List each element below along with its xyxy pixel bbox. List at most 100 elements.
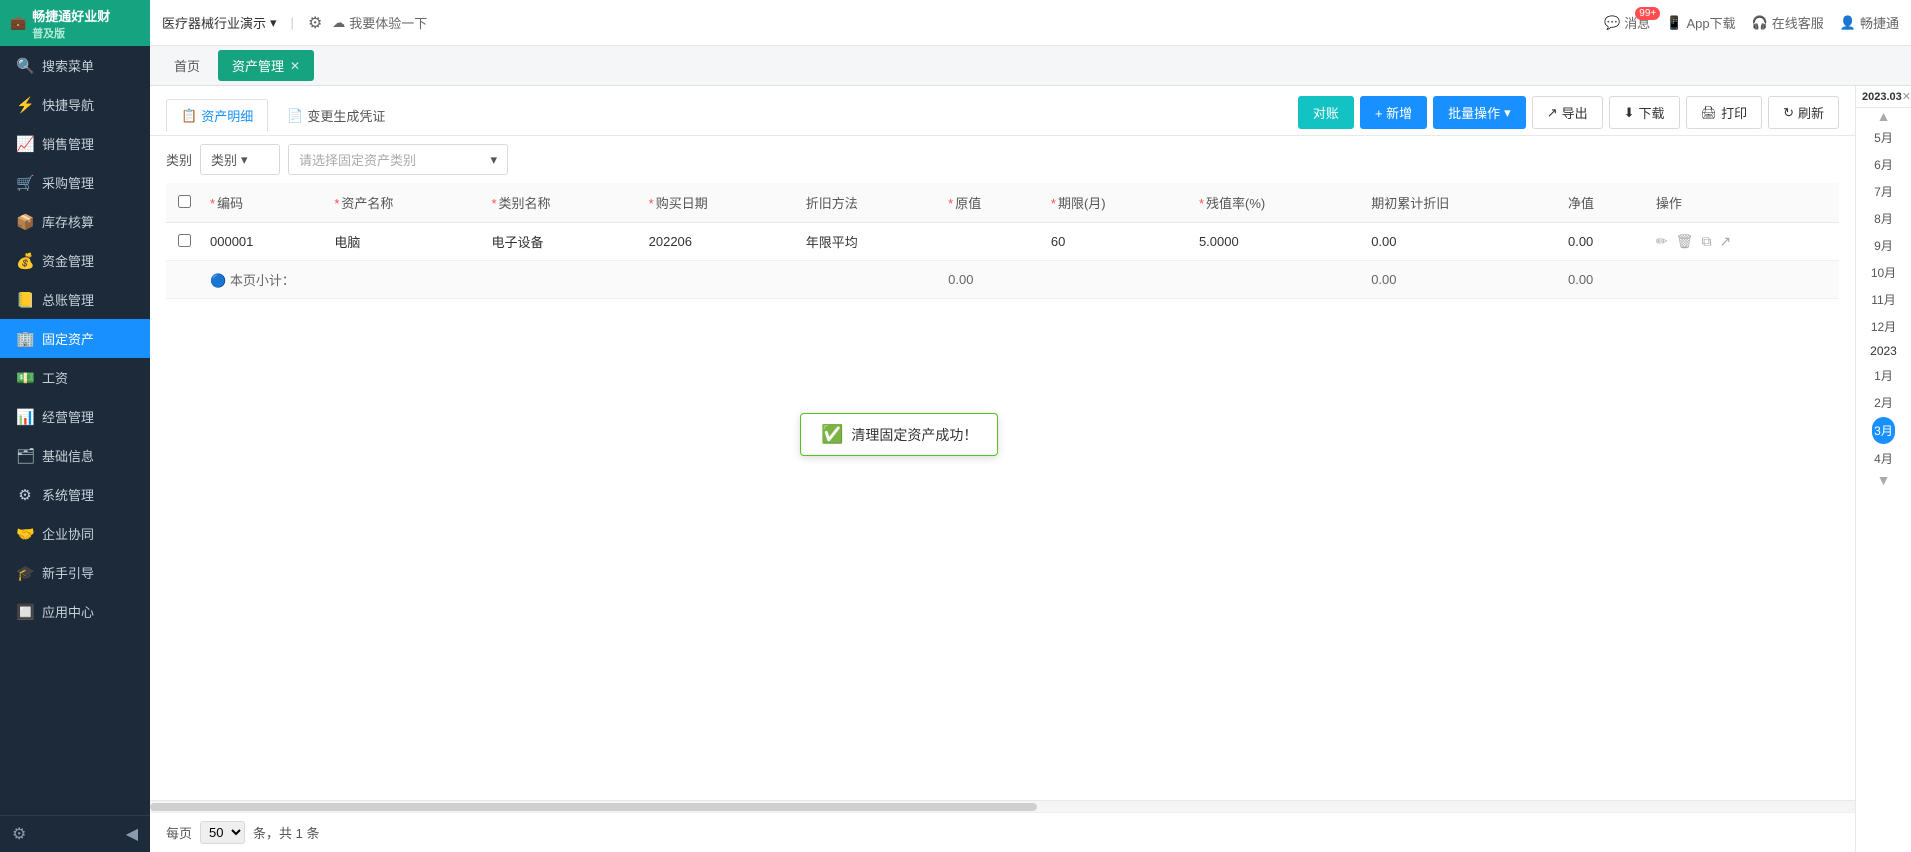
company-selector[interactable]: 医疗器械行业演示 ▾ — [162, 13, 277, 32]
header-residual-rate: *残值率(%) — [1191, 183, 1363, 223]
sidebar-item-经营管理[interactable]: 📊经营管理 — [0, 397, 150, 436]
month-item[interactable]: 6月 — [1866, 151, 1901, 178]
batch-ops-label: 批量操作 — [1448, 103, 1500, 122]
sidebar-bottom: ⚙ ◀ — [0, 815, 150, 852]
row-code: 000001 — [202, 223, 326, 261]
reconcile-btn[interactable]: 对账 — [1298, 96, 1354, 129]
header-depreciation: 折旧方法 — [798, 183, 940, 223]
subtotal-label: 🔵 本页小计： — [202, 261, 940, 299]
message-btn[interactable]: 💬 消息 99+ — [1604, 13, 1650, 32]
sidebar-item-资金管理[interactable]: 💰资金管理 — [0, 241, 150, 280]
year-label[interactable]: 2023 — [1866, 340, 1901, 362]
category-label: 类别 — [166, 150, 192, 169]
category-select-value[interactable]: 请选择固定资产类别 ▾ — [288, 144, 508, 175]
month-item[interactable]: 3月 — [1872, 417, 1895, 444]
category-select-type[interactable]: 类别 ▾ — [200, 144, 280, 175]
subtotal-period-empty — [1043, 261, 1191, 299]
sidebar-item-系统管理[interactable]: ⚙系统管理 — [0, 475, 150, 514]
edit-icon[interactable]: ✏ — [1656, 233, 1668, 250]
tab-home-label: 首页 — [174, 56, 200, 75]
category-type-dropdown-icon: ▾ — [241, 152, 248, 168]
cloud-icon: ☁ — [332, 15, 345, 31]
topbar-right: 💬 消息 99+ 📱 App下载 🎧 在线客服 👤 畅捷通 — [1604, 13, 1899, 32]
header-period: *期限(月) — [1043, 183, 1191, 223]
sidebar-item-企业协同[interactable]: 🤝企业协同 — [0, 514, 150, 553]
sidebar-item-工资[interactable]: 💵工资 — [0, 358, 150, 397]
panel-nav-down[interactable]: ▼ — [1877, 472, 1891, 488]
month-item[interactable]: 9月 — [1866, 232, 1901, 259]
month-item[interactable]: 11月 — [1866, 286, 1901, 313]
header-original-value: *原值 — [940, 183, 1043, 223]
row-depreciation: 年限平均 — [798, 223, 940, 261]
experience-label: 我要体验一下 — [349, 13, 427, 32]
month-item[interactable]: 7月 — [1866, 178, 1901, 205]
content-area: 📋 资产明细 📄 变更生成凭证 对账 + 新增 批量操作 ▾ ↗ — [150, 86, 1911, 852]
refresh-icon: ↻ — [1783, 105, 1794, 121]
row-checkbox-cell — [166, 223, 202, 261]
month-item[interactable]: 12月 — [1866, 313, 1901, 340]
month-item[interactable]: 4月 — [1866, 445, 1901, 472]
scrollbar-thumb[interactable] — [150, 803, 1037, 811]
settings-icon[interactable]: ⚙ — [12, 824, 26, 844]
horizontal-scrollbar[interactable] — [150, 800, 1855, 812]
right-panel-header: 2023.03 ✕ ⤢ — [1856, 86, 1911, 108]
subtab-generate-voucher-label: 变更生成凭证 — [307, 106, 385, 125]
logo-icon: 💼 — [10, 15, 26, 31]
tabbar: 首页 资产管理 ✕ — [150, 46, 1911, 86]
per-page-select[interactable]: 50 — [200, 821, 245, 844]
sidebar-item-库存核算[interactable]: 📦库存核算 — [0, 202, 150, 241]
panel-nav-up[interactable]: ▲ — [1877, 108, 1891, 124]
month-item[interactable]: 5月 — [1866, 124, 1901, 151]
more-icon[interactable]: ↗ — [1719, 233, 1731, 250]
delete-icon[interactable]: 🗑 — [1676, 233, 1694, 250]
download-btn[interactable]: ⬇ 下载 — [1609, 96, 1680, 129]
right-panel-year: 2023.03 — [1862, 91, 1902, 103]
sidebar-item-应用中心[interactable]: 🔲应用中心 — [0, 592, 150, 631]
collapse-icon[interactable]: ◀ — [126, 824, 138, 844]
pagination: 每页 50 条，共 1 条 — [150, 812, 1855, 852]
month-item[interactable]: 8月 — [1866, 205, 1901, 232]
subtab-asset-detail-icon: 📋 — [181, 108, 197, 124]
user-btn[interactable]: 👤 畅捷通 — [1840, 13, 1899, 32]
subtab-generate-voucher[interactable]: 📄 变更生成凭证 — [272, 99, 400, 132]
toast-message: 清理固定资产成功！ — [851, 425, 977, 445]
header-checkbox-cell — [166, 183, 202, 223]
month-list: 5月6月7月8月9月10月11月12月20231月2月3月4月 — [1866, 124, 1901, 472]
subtotal-net: 0.00 — [1560, 261, 1648, 299]
sidebar-item-基础信息[interactable]: 🗂基础信息 — [0, 436, 150, 475]
subtotal-original: 0.00 — [940, 261, 1043, 299]
row-residual-rate: 5.0000 — [1191, 223, 1363, 261]
sidebar-item-采购管理[interactable]: 🛒采购管理 — [0, 163, 150, 202]
sidebar-item-搜索菜单[interactable]: 🔍搜索菜单 — [0, 46, 150, 85]
sidebar-item-固定资产[interactable]: 🏢固定资产 — [0, 319, 150, 358]
row-actions: ✏ 🗑 ⧉ ↗ — [1648, 223, 1839, 261]
refresh-label: 刷新 — [1798, 103, 1824, 122]
month-item[interactable]: 10月 — [1866, 259, 1901, 286]
new-btn[interactable]: + 新增 — [1360, 96, 1427, 129]
batch-ops-btn[interactable]: 批量操作 ▾ — [1433, 96, 1526, 129]
subtotal-actions-empty — [1648, 261, 1839, 299]
month-item[interactable]: 1月 — [1866, 362, 1901, 389]
select-all-checkbox[interactable] — [178, 195, 191, 208]
sidebar-item-总账管理[interactable]: 📒总账管理 — [0, 280, 150, 319]
copy-icon[interactable]: ⧉ — [1701, 233, 1711, 250]
tab-close-icon[interactable]: ✕ — [290, 59, 300, 73]
service-btn[interactable]: 🎧 在线客服 — [1752, 13, 1824, 32]
topbar-settings-icon[interactable]: ⚙ — [308, 13, 322, 33]
app-download-btn[interactable]: 📱 App下载 — [1666, 13, 1735, 32]
sidebar-item-新手引导[interactable]: 🎓新手引导 — [0, 553, 150, 592]
print-btn[interactable]: 🖨 打印 — [1686, 96, 1763, 129]
sidebar-item-销售管理[interactable]: 📈销售管理 — [0, 124, 150, 163]
experience-btn[interactable]: ☁ 我要体验一下 — [332, 13, 427, 32]
refresh-btn[interactable]: ↻ 刷新 — [1768, 96, 1839, 129]
export-btn[interactable]: ↗ 导出 — [1532, 96, 1603, 129]
row-checkbox[interactable] — [178, 234, 191, 247]
topbar-separator: | — [291, 15, 294, 30]
tab-home[interactable]: 首页 — [160, 50, 214, 81]
export-label: 导出 — [1562, 103, 1588, 122]
sidebar-item-快捷导航[interactable]: ⚡快捷导航 — [0, 85, 150, 124]
month-item[interactable]: 2月 — [1866, 389, 1901, 416]
tab-asset-management[interactable]: 资产管理 ✕ — [218, 50, 314, 81]
close-right-panel-icon[interactable]: ✕ — [1902, 90, 1911, 103]
subtab-asset-detail[interactable]: 📋 资产明细 — [166, 99, 268, 132]
